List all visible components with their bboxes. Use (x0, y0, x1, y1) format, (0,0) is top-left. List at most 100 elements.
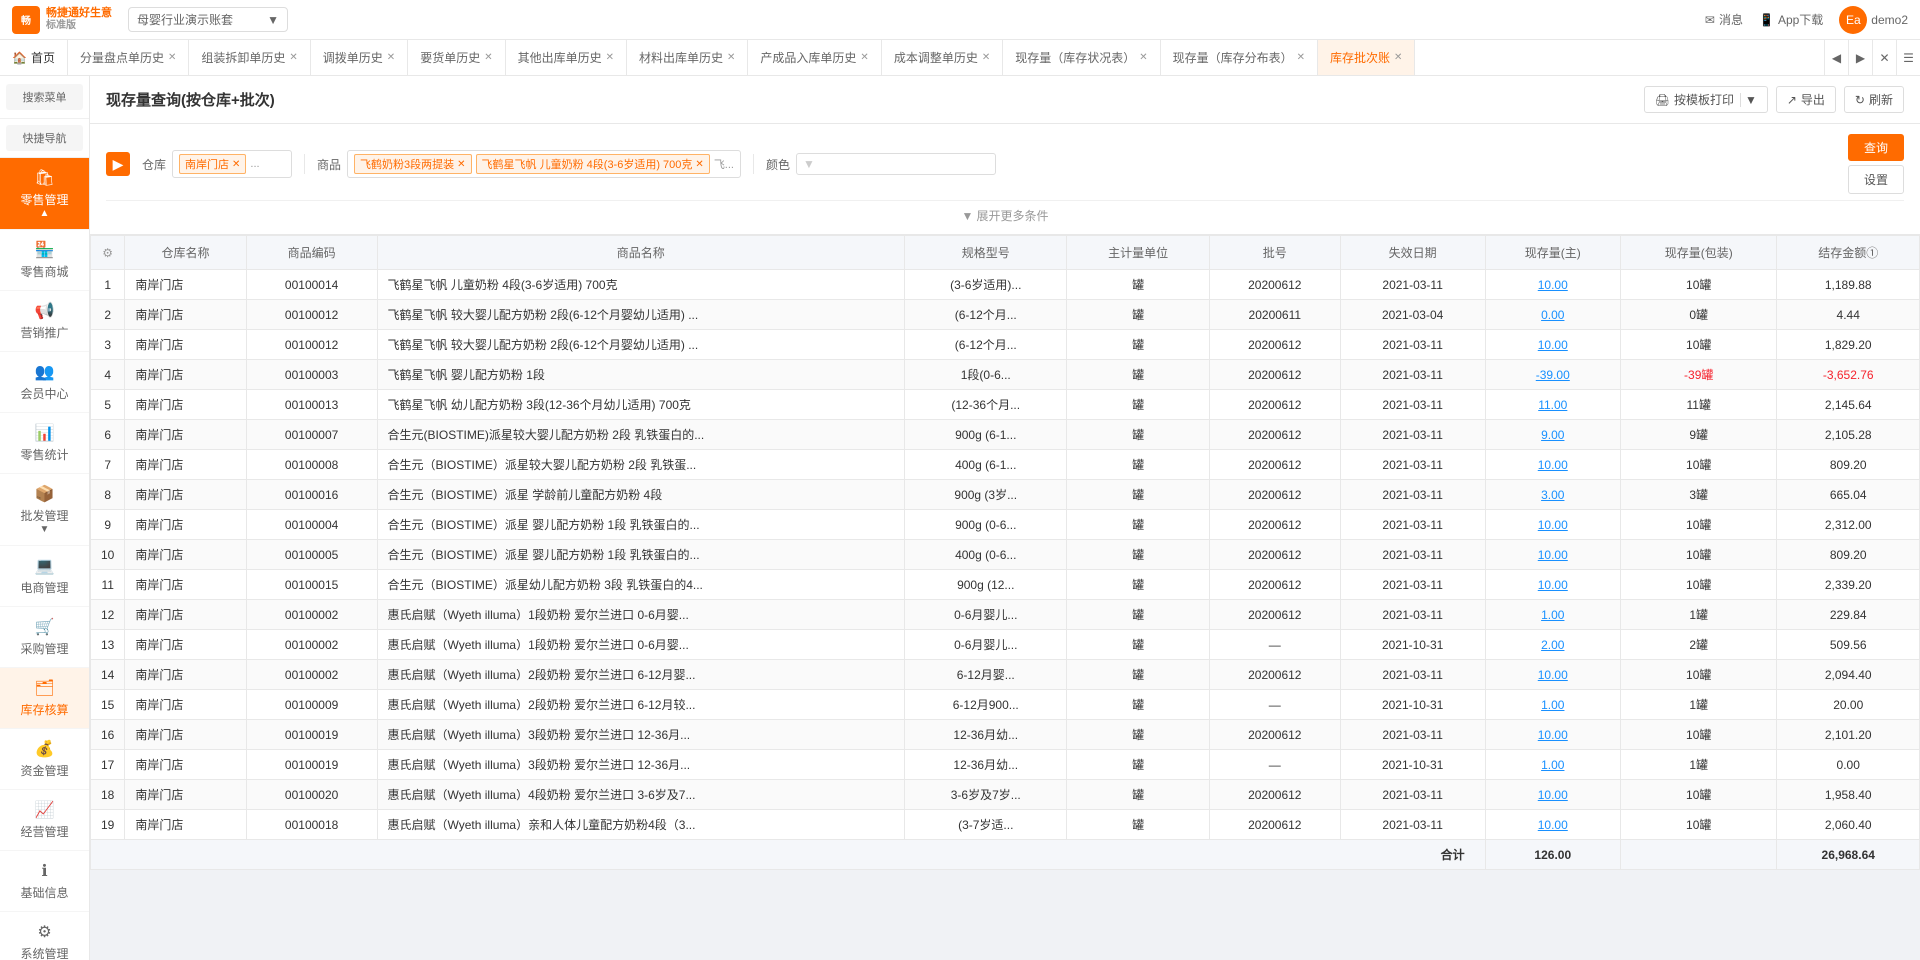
sidebar-item-label-member: 会员中心 (6, 385, 83, 402)
app-download-btn[interactable]: 📱 App下载 (1759, 11, 1823, 28)
user-area[interactable]: Ea demo2 (1839, 6, 1908, 34)
expand-icon: ▲ (6, 208, 83, 219)
tab-7[interactable]: 产成品入库单历史 ✕ (748, 40, 881, 76)
cell-qty-main[interactable]: 10.00 (1485, 780, 1620, 810)
cell-qty-main[interactable]: 10.00 (1485, 450, 1620, 480)
warehouse-more[interactable]: ... (250, 158, 259, 170)
cell-expire: 2021-03-11 (1340, 510, 1485, 540)
refresh-button[interactable]: ↻ 刷新 (1844, 86, 1904, 113)
cell-qty-main[interactable]: 10.00 (1485, 720, 1620, 750)
cell-qty-main[interactable]: -39.00 (1485, 360, 1620, 390)
message-btn[interactable]: ✉ 消息 (1705, 11, 1743, 28)
product-tag-2-close[interactable]: ✕ (695, 159, 703, 170)
sidebar-item-wholesale[interactable]: 📦 批发管理 ▼ (0, 474, 89, 546)
product-more[interactable]: 飞... (714, 156, 734, 172)
sidebar-item-marketing[interactable]: 📢 营销推广 (0, 291, 89, 352)
cell-qty-main[interactable]: 1.00 (1485, 750, 1620, 780)
tab-home[interactable]: 🏠 首页 (0, 40, 68, 76)
cell-qty-pkg: 10罐 (1620, 810, 1777, 840)
tab-2-close[interactable]: ✕ (289, 52, 297, 63)
query-button[interactable]: 查询 (1848, 134, 1904, 161)
settings-button[interactable]: 设置 (1848, 165, 1904, 194)
tab-11-active[interactable]: 库存批次账 ✕ (1318, 40, 1415, 76)
cell-unit: 罐 (1067, 360, 1209, 390)
tab-5[interactable]: 其他出库单历史 ✕ (506, 40, 627, 76)
tab-3[interactable]: 调拨单历史 ✕ (311, 40, 408, 76)
filter-expand-toggle[interactable]: ▶ (106, 152, 130, 176)
cell-expire: 2021-03-11 (1340, 810, 1485, 840)
home-icon: 🏠 (12, 51, 27, 65)
tab-9[interactable]: 现存量（库存状况表） ✕ (1003, 40, 1160, 76)
tab-10[interactable]: 现存量（库存分布表） ✕ (1161, 40, 1318, 76)
sidebar-item-system[interactable]: ⚙ 系统管理 (0, 912, 89, 960)
cell-qty-main[interactable]: 10.00 (1485, 570, 1620, 600)
tab-2[interactable]: 组装拆卸单历史 ✕ (189, 40, 310, 76)
industry-select[interactable]: 母婴行业演示账套 ▼ (128, 7, 288, 32)
nav-prev[interactable]: ◀ (1824, 40, 1848, 76)
cell-qty-main[interactable]: 10.00 (1485, 540, 1620, 570)
sidebar-item-retail-stats[interactable]: 📊 零售统计 (0, 413, 89, 474)
sidebar-item-ecommerce[interactable]: 💻 电商管理 (0, 546, 89, 607)
settings-icon[interactable]: ⚙ (102, 246, 113, 260)
sidebar-item-operations[interactable]: 📈 经营管理 (0, 790, 89, 851)
tab-8[interactable]: 成本调整单历史 ✕ (882, 40, 1003, 76)
cell-code: 00100007 (246, 420, 377, 450)
color-tag-group[interactable]: ▼ (796, 153, 996, 175)
nav-next[interactable]: ▶ (1848, 40, 1872, 76)
sidebar-item-finance[interactable]: 💰 资金管理 (0, 729, 89, 790)
tab-4[interactable]: 要货单历史 ✕ (408, 40, 505, 76)
tab-7-close[interactable]: ✕ (860, 52, 868, 63)
sidebar-item-member[interactable]: 👥 会员中心 (0, 352, 89, 413)
cell-qty-main[interactable]: 11.00 (1485, 390, 1620, 420)
tab-10-close[interactable]: ✕ (1297, 52, 1305, 63)
tab-1[interactable]: 分量盘点单历史 ✕ (68, 40, 189, 76)
tab-3-close[interactable]: ✕ (387, 52, 395, 63)
cell-unit: 罐 (1067, 780, 1209, 810)
tab-6[interactable]: 材料出库单历史 ✕ (627, 40, 748, 76)
cell-qty-main[interactable]: 10.00 (1485, 510, 1620, 540)
cell-qty-main[interactable]: 10.00 (1485, 270, 1620, 300)
nav-close-all[interactable]: ✕ (1872, 40, 1896, 76)
search-menu-button[interactable]: 搜索菜单 (6, 84, 83, 110)
tab-11-close[interactable]: ✕ (1394, 52, 1402, 63)
warehouse-tag-close[interactable]: ✕ (232, 159, 240, 170)
expand-more-btn[interactable]: ▼ 展开更多条件 (106, 200, 1904, 224)
warehouse-tag-group[interactable]: 南岸门店 ✕ ... (172, 150, 292, 178)
cell-qty-main[interactable]: 1.00 (1485, 600, 1620, 630)
tab-9-close[interactable]: ✕ (1139, 52, 1147, 63)
expand-icon-2: ▼ (6, 524, 83, 535)
export-button[interactable]: ↗ 导出 (1776, 86, 1836, 113)
quick-nav-button[interactable]: 快捷导航 (6, 125, 83, 151)
tab-5-close[interactable]: ✕ (606, 52, 614, 63)
cell-qty-main[interactable]: 10.00 (1485, 330, 1620, 360)
tab-4-close[interactable]: ✕ (484, 52, 492, 63)
sidebar-item-retail-shop[interactable]: 🏪 零售商城 (0, 230, 89, 291)
sidebar-item-basic-info[interactable]: ℹ 基础信息 (0, 851, 89, 912)
sidebar-item-purchase[interactable]: 🛒 采购管理 (0, 607, 89, 668)
sidebar-item-inventory[interactable]: 🗂 库存核算 (0, 668, 89, 729)
cell-unit: 罐 (1067, 540, 1209, 570)
sidebar-item-retail-mgmt[interactable]: 🛍 零售管理 ▲ (0, 158, 89, 230)
cell-qty-main[interactable]: 0.00 (1485, 300, 1620, 330)
cell-qty-main[interactable]: 10.00 (1485, 660, 1620, 690)
nav-menu[interactable]: ☰ (1896, 40, 1920, 76)
cell-qty-main[interactable]: 1.00 (1485, 690, 1620, 720)
cell-qty-main[interactable]: 10.00 (1485, 810, 1620, 840)
app-download-label: App下载 (1778, 11, 1823, 28)
print-dropdown-icon[interactable]: ▼ (1740, 93, 1757, 107)
th-checkbox: ⚙ (91, 236, 125, 270)
print-button[interactable]: 🖨 按模板打印 ▼ (1644, 86, 1768, 113)
industry-label: 母婴行业演示账套 (137, 11, 233, 28)
cell-batch: 20200612 (1209, 570, 1340, 600)
cell-code: 00100016 (246, 480, 377, 510)
table-row: 16 南岸门店 00100019 惠氏启赋（Wyeth illuma）3段奶粉 … (91, 720, 1920, 750)
tab-6-close[interactable]: ✕ (727, 52, 735, 63)
cell-unit: 罐 (1067, 660, 1209, 690)
tab-1-close[interactable]: ✕ (168, 52, 176, 63)
tab-8-close[interactable]: ✕ (982, 52, 990, 63)
product-tag-group[interactable]: 飞鹤奶粉3段两提装 ✕ 飞鹤星飞帆 儿童奶粉 4段(3-6岁适用) 700克 ✕… (347, 150, 741, 178)
cell-qty-main[interactable]: 2.00 (1485, 630, 1620, 660)
cell-qty-main[interactable]: 9.00 (1485, 420, 1620, 450)
product-tag-1-close[interactable]: ✕ (457, 159, 465, 170)
cell-qty-main[interactable]: 3.00 (1485, 480, 1620, 510)
